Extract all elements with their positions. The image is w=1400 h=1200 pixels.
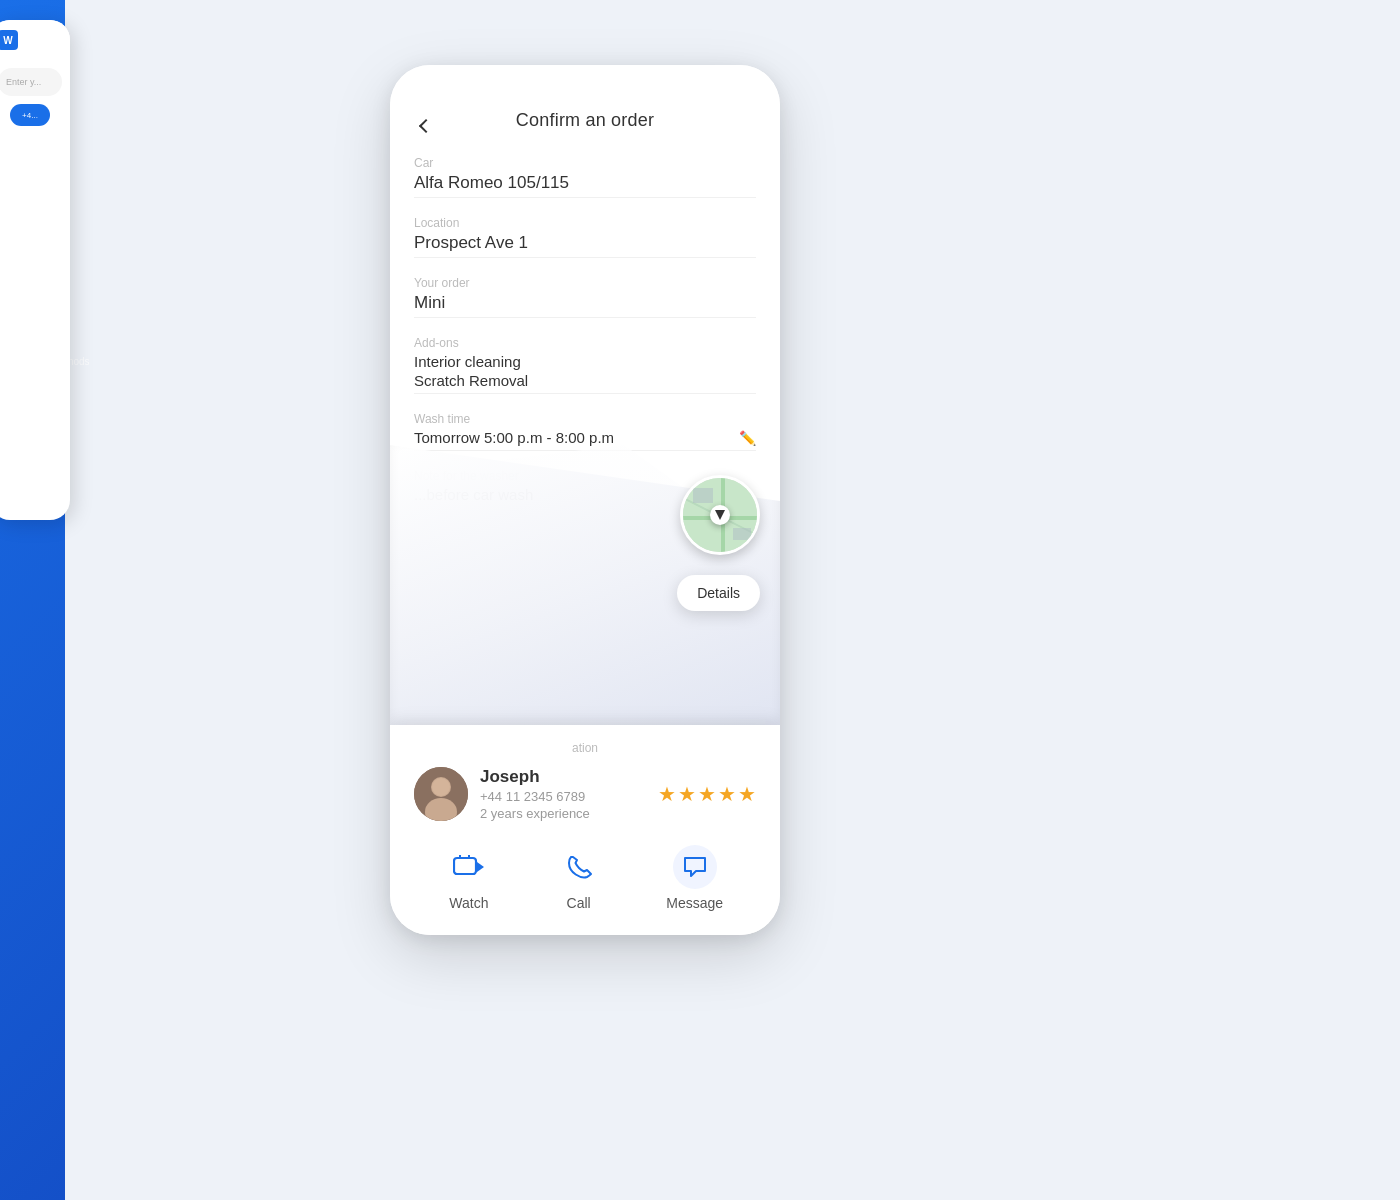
message-icon [673,845,717,889]
svg-point-9 [432,778,450,796]
wash-time-label: Wash time [414,412,756,426]
page-title: Confirm an order [516,110,654,131]
car-field: Car Alfa Romeo 105/115 [414,156,756,198]
watch-svg-icon [453,854,485,880]
svg-rect-5 [733,528,751,540]
message-icon-bg [673,845,717,889]
star-3: ★ [698,782,716,806]
bg-app-button: +4... [10,104,50,126]
washer-avatar [414,767,468,821]
svg-marker-11 [477,862,484,872]
svg-rect-4 [693,488,713,503]
avatar-svg [414,767,468,821]
watch-button[interactable]: Watch [447,845,491,911]
message-svg-icon [683,856,707,878]
bg-app-logo: W [0,30,18,50]
call-label: Call [567,895,591,911]
watch-icon [447,845,491,889]
background-phone: W Enter y... +4... [0,20,70,520]
location-value: Prospect Ave 1 [414,233,756,253]
call-button[interactable]: Call [557,845,601,911]
map-circle [680,475,760,555]
washer-left: Joseph +44 11 2345 6789 2 years experien… [414,767,590,821]
your-order-value: Mini [414,293,756,313]
phone-notch [525,65,645,93]
back-chevron-icon [419,119,433,133]
star-1: ★ [658,782,676,806]
main-phone: Confirm an order Car Alfa Romeo 105/115 … [390,65,780,935]
your-order-field: Your order Mini [414,276,756,318]
washer-section: ation Joseph +44 11 2345 6789 [390,725,780,935]
washer-name: Joseph [480,767,590,787]
your-order-label: Your order [414,276,756,290]
addons-list: Interior cleaning Scratch Removal [414,353,756,389]
message-button[interactable]: Message [666,845,723,911]
star-4: ★ [718,782,736,806]
washer-info: Joseph +44 11 2345 6789 2 years experien… [414,767,756,821]
watch-label: Watch [449,895,488,911]
pin-triangle-icon [715,510,725,520]
back-button[interactable] [410,110,442,142]
car-value: Alfa Romeo 105/115 [414,173,756,193]
location-divider [414,257,756,258]
car-divider [414,197,756,198]
addon-scratch: Scratch Removal [414,372,756,389]
phone-screen: Confirm an order Car Alfa Romeo 105/115 … [390,65,780,935]
action-buttons: Watch Call [414,837,756,911]
star-5: ★ [738,782,756,806]
washer-stars: ★ ★ ★ ★ ★ [658,782,756,806]
washer-phone: +44 11 2345 6789 [480,789,590,804]
addons-divider [414,393,756,394]
washer-section-label: ation [414,741,756,755]
details-button[interactable]: Details [677,575,760,611]
wash-time-row: Tomorrow 5:00 p.m - 8:00 p.m ✏️ [414,429,756,446]
wash-time-value: Tomorrow 5:00 p.m - 8:00 p.m [414,429,614,446]
message-label: Message [666,895,723,911]
bg-app-input: Enter y... [0,68,62,96]
addons-field: Add-ons Interior cleaning Scratch Remova… [414,336,756,394]
washer-details: Joseph +44 11 2345 6789 2 years experien… [480,767,590,821]
addons-label: Add-ons [414,336,756,350]
call-svg-icon [565,853,593,881]
location-field: Location Prospect Ave 1 [414,216,756,258]
wash-time-edit-icon[interactable]: ✏️ [739,430,756,446]
map-background [683,478,757,552]
star-2: ★ [678,782,696,806]
wash-time-field: Wash time Tomorrow 5:00 p.m - 8:00 p.m ✏… [414,412,756,451]
order-divider [414,317,756,318]
car-label: Car [414,156,756,170]
call-icon [557,845,601,889]
map-pin [710,505,730,525]
washer-experience: 2 years experience [480,806,590,821]
addon-interior: Interior cleaning [414,353,756,370]
location-label: Location [414,216,756,230]
svg-rect-10 [454,858,476,874]
